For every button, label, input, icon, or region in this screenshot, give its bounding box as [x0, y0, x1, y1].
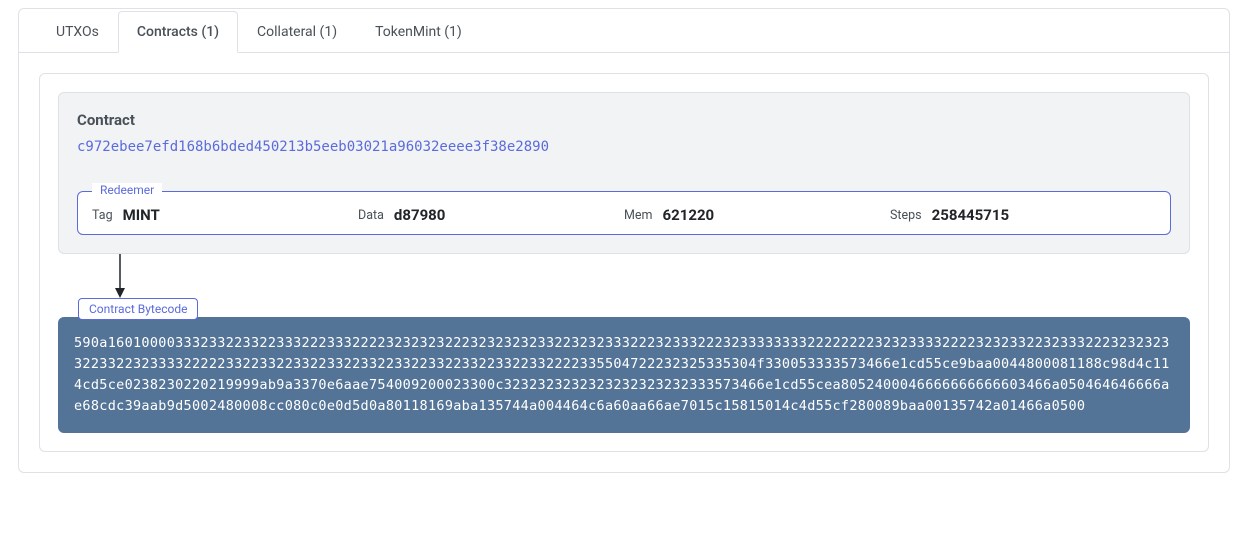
- redeemer-steps-label: Steps: [890, 208, 922, 223]
- redeemer-data-value: d87980: [394, 206, 445, 224]
- arrow-connector: [110, 254, 1190, 298]
- content-wrapper: Contract c972ebee7efd168b6bded450213b5ee…: [19, 53, 1229, 472]
- contract-header: Contract c972ebee7efd168b6bded450213b5ee…: [58, 92, 1190, 254]
- redeemer-steps-value: 258445715: [932, 206, 1009, 224]
- main-card: UTXOs Contracts (1) Collateral (1) Token…: [18, 8, 1230, 473]
- redeemer-box: Redeemer Tag MINT Data d87980 Mem 621220: [77, 191, 1171, 235]
- redeemer-mem: Mem 621220: [624, 206, 890, 224]
- bytecode-box: 590a160100003332332233223332223332222323…: [58, 317, 1190, 433]
- redeemer-mem-value: 621220: [663, 206, 715, 224]
- redeemer-data: Data d87980: [358, 206, 624, 224]
- redeemer-tag-label: Tag: [92, 208, 113, 223]
- contract-title: Contract: [77, 111, 1171, 129]
- redeemer-tag: Tag MINT: [92, 206, 358, 224]
- contract-panel: Contract c972ebee7efd168b6bded450213b5ee…: [39, 73, 1209, 452]
- redeemer-data-label: Data: [358, 208, 384, 223]
- redeemer-legend: Redeemer: [92, 183, 162, 197]
- tab-contracts[interactable]: Contracts (1): [118, 11, 238, 53]
- tab-utxos[interactable]: UTXOs: [37, 11, 118, 53]
- redeemer-steps: Steps 258445715: [890, 206, 1156, 224]
- tabs-bar: UTXOs Contracts (1) Collateral (1) Token…: [19, 9, 1229, 53]
- redeemer-row: Tag MINT Data d87980 Mem 621220 Steps: [92, 206, 1156, 224]
- tab-collateral[interactable]: Collateral (1): [238, 11, 356, 53]
- tab-tokenmint[interactable]: TokenMint (1): [356, 11, 481, 53]
- redeemer-tag-value: MINT: [123, 206, 160, 224]
- arrow-down-icon: [110, 254, 130, 298]
- bytecode-legend: Contract Bytecode: [78, 298, 198, 320]
- redeemer-mem-label: Mem: [624, 208, 653, 223]
- contract-hash-link[interactable]: c972ebee7efd168b6bded450213b5eeb03021a96…: [77, 139, 1171, 155]
